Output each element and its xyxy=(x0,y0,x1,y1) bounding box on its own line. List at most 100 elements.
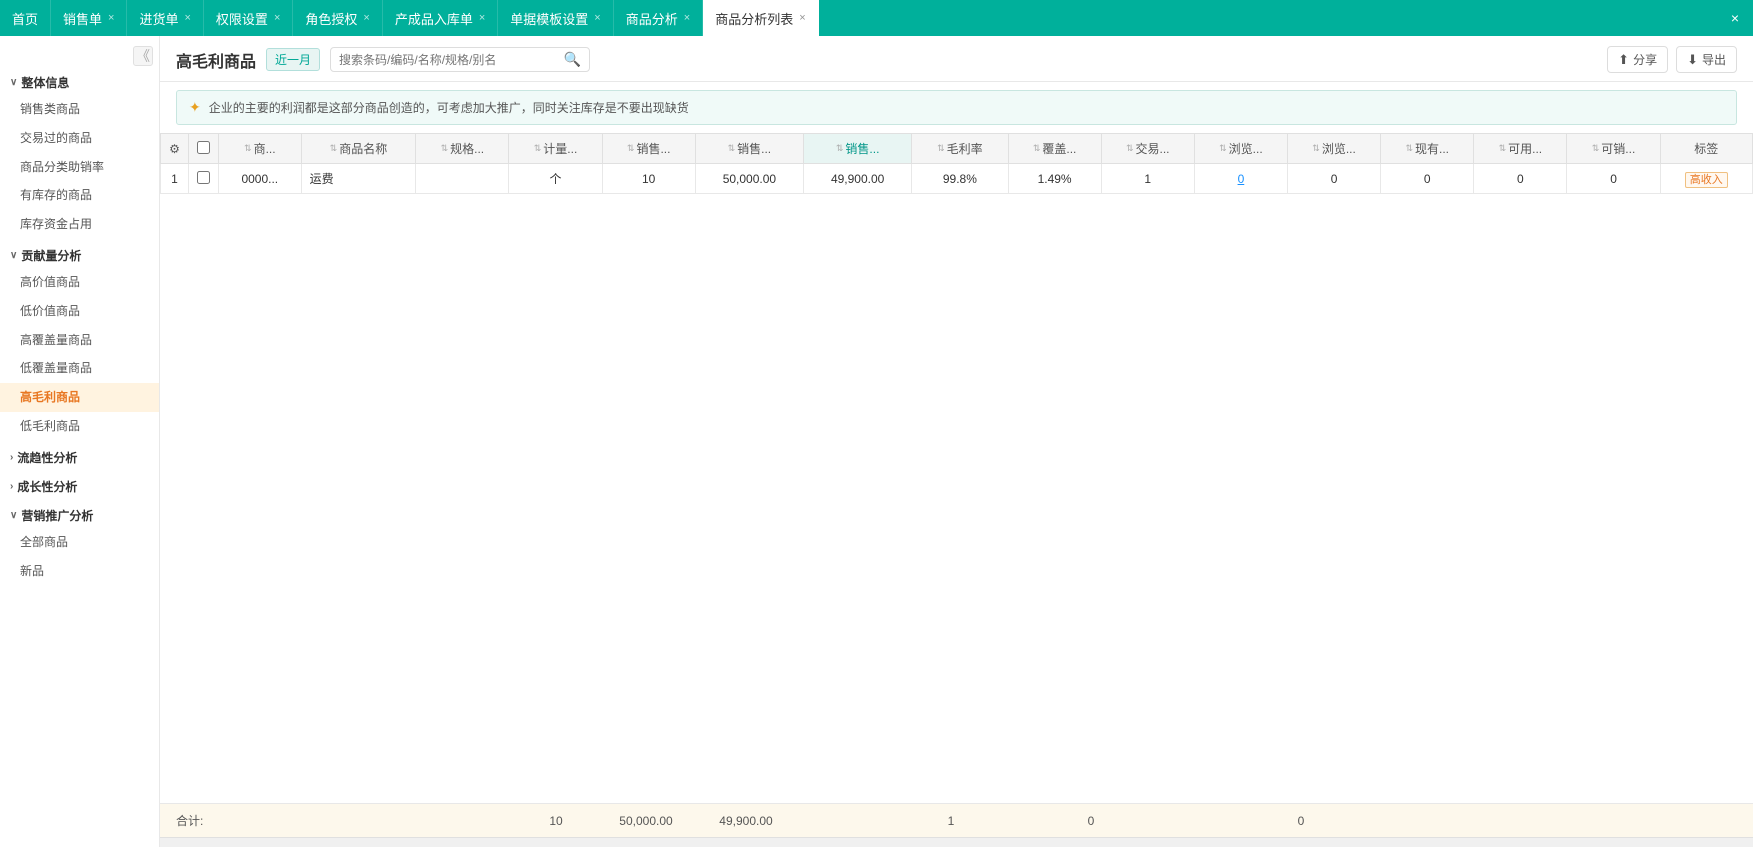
sidebar-item-low-coverage[interactable]: 低覆盖量商品 xyxy=(0,354,159,383)
col-code[interactable]: ⇅ 商... xyxy=(219,134,302,164)
close-sales-tab[interactable]: × xyxy=(108,12,114,24)
row-code: 0000... xyxy=(219,164,302,194)
sort-coverage-icon: ⇅ xyxy=(1033,143,1041,154)
row-select-checkbox[interactable] xyxy=(197,171,210,184)
close-purchase-tab[interactable]: × xyxy=(184,12,190,24)
sidebar-group-growth[interactable]: › 成长性分析 xyxy=(0,470,159,499)
table-wrapper[interactable]: ⚙ ⇅ 商... ⇅ xyxy=(160,133,1753,803)
search-icon[interactable]: 🔍 xyxy=(564,51,581,68)
export-button[interactable]: ⬇ 导出 xyxy=(1676,46,1737,73)
settings-icon[interactable]: ⚙ xyxy=(169,142,180,156)
col-sellable[interactable]: ⇅ 可销... xyxy=(1567,134,1660,164)
nav-tab-home[interactable]: 首页 xyxy=(0,0,51,36)
col-current-stock[interactable]: ⇅ 现有... xyxy=(1381,134,1474,164)
col-tag: 标签 xyxy=(1660,134,1752,164)
sort-gross-margin-icon: ⇅ xyxy=(937,143,945,154)
total-spacer4 xyxy=(856,814,916,828)
contribution-arrow-icon: ∨ xyxy=(10,250,17,261)
sort-current-stock-icon: ⇅ xyxy=(1405,143,1413,154)
sidebar-item-all-goods[interactable]: 全部商品 xyxy=(0,528,159,557)
row-browse1[interactable]: 0 xyxy=(1194,164,1287,194)
close-permission-tab[interactable]: × xyxy=(274,12,280,24)
window-close-button[interactable]: × xyxy=(1717,10,1753,26)
sidebar-item-high-coverage[interactable]: 高覆盖量商品 xyxy=(0,326,159,355)
row-available: 0 xyxy=(1474,164,1567,194)
share-button[interactable]: ⬆ 分享 xyxy=(1607,46,1668,73)
tag-badge: 高收入 xyxy=(1685,172,1728,188)
row-sales1: 10 xyxy=(602,164,695,194)
sidebar-item-category-sales-rate[interactable]: 商品分类助销率 xyxy=(0,153,159,182)
col-sales1[interactable]: ⇅ 销售... xyxy=(602,134,695,164)
col-coverage[interactable]: ⇅ 覆盖... xyxy=(1008,134,1101,164)
sort-spec-icon: ⇅ xyxy=(441,143,449,154)
sidebar-item-stock-capital[interactable]: 库存资金占用 xyxy=(0,210,159,239)
total-cells: 10 50,000.00 49,900.00 1 0 0 xyxy=(276,814,1737,828)
sidebar-collapse-button[interactable]: 《 xyxy=(133,46,153,66)
col-settings[interactable]: ⚙ xyxy=(161,134,189,164)
col-browse2[interactable]: ⇅ 浏览... xyxy=(1287,134,1380,164)
total-sales3: 49,900.00 xyxy=(696,814,796,828)
sidebar-item-low-value[interactable]: 低价值商品 xyxy=(0,297,159,326)
close-analysis-list-tab[interactable]: × xyxy=(799,12,805,24)
total-browse2: 0 xyxy=(1056,814,1126,828)
nav-tab-analysis[interactable]: 商品分析 × xyxy=(614,0,703,36)
sidebar-item-high-value[interactable]: 高价值商品 xyxy=(0,268,159,297)
sidebar-item-new-goods[interactable]: 新品 xyxy=(0,557,159,586)
close-analysis-tab[interactable]: × xyxy=(684,12,690,24)
total-spacer1 xyxy=(276,814,456,828)
search-input[interactable] xyxy=(339,53,560,67)
sort-sellable-icon: ⇅ xyxy=(1592,143,1600,154)
row-checkbox[interactable] xyxy=(189,164,219,194)
col-checkbox[interactable] xyxy=(189,134,219,164)
sidebar-group-contribution[interactable]: ∨ 贡献量分析 xyxy=(0,239,159,268)
nav-tab-role[interactable]: 角色授权 × xyxy=(293,0,382,36)
sidebar-item-sales-goods[interactable]: 销售类商品 xyxy=(0,95,159,124)
sidebar: 《 ∨ 整体信息 销售类商品 交易过的商品 商品分类助销率 有库存的商品 库存资… xyxy=(0,36,160,847)
sidebar-group-trend[interactable]: › 流趋性分析 xyxy=(0,441,159,470)
total-spacer6 xyxy=(1196,814,1266,828)
sort-unit-icon: ⇅ xyxy=(534,143,542,154)
col-unit[interactable]: ⇅ 计量... xyxy=(509,134,602,164)
top-navigation: 首页 销售单 × 进货单 × 权限设置 × 角色授权 × 产成品入库单 × 单据… xyxy=(0,0,1753,36)
sidebar-item-in-stock-goods[interactable]: 有库存的商品 xyxy=(0,181,159,210)
sidebar-group-overall[interactable]: ∨ 整体信息 xyxy=(0,66,159,95)
nav-tab-sales[interactable]: 销售单 × xyxy=(51,0,127,36)
info-banner: ✦ 企业的主要的利润都是这部分商品创造的，可考虑加大推广，同时关注库存是不要出现… xyxy=(176,90,1737,125)
nav-tab-inbound[interactable]: 产成品入库单 × xyxy=(383,0,498,36)
period-button[interactable]: 近一月 xyxy=(266,48,320,71)
col-sales2[interactable]: ⇅ 销售... xyxy=(695,134,803,164)
content-header: 高毛利商品 近一月 🔍 ⬆ 分享 ⬇ 导出 xyxy=(160,36,1753,82)
close-template-tab[interactable]: × xyxy=(594,12,600,24)
row-gross-margin: 99.8% xyxy=(912,164,1008,194)
close-role-tab[interactable]: × xyxy=(363,12,369,24)
select-all-checkbox[interactable] xyxy=(197,141,210,154)
nav-tab-analysis-list[interactable]: 商品分析列表 × xyxy=(703,0,818,36)
nav-tab-purchase[interactable]: 进货单 × xyxy=(127,0,203,36)
total-transactions: 1 xyxy=(916,814,986,828)
total-label: 合计: xyxy=(176,812,276,829)
nav-tab-permission[interactable]: 权限设置 × xyxy=(204,0,293,36)
col-spec[interactable]: ⇅ 规格... xyxy=(416,134,509,164)
sort-sales1-icon: ⇅ xyxy=(627,143,635,154)
col-transactions[interactable]: ⇅ 交易... xyxy=(1101,134,1194,164)
growth-arrow-icon: › xyxy=(10,481,13,492)
goods-table: ⚙ ⇅ 商... ⇅ xyxy=(160,133,1753,194)
col-gross-margin[interactable]: ⇅ 毛利率 xyxy=(912,134,1008,164)
col-available[interactable]: ⇅ 可用... xyxy=(1474,134,1567,164)
row-transactions: 1 xyxy=(1101,164,1194,194)
sort-name-icon: ⇅ xyxy=(330,143,338,154)
row-sales2: 50,000.00 xyxy=(695,164,803,194)
col-browse1[interactable]: ⇅ 浏览... xyxy=(1194,134,1287,164)
nav-tab-template[interactable]: 单据模板设置 × xyxy=(498,0,613,36)
sidebar-item-high-margin[interactable]: 高毛利商品 xyxy=(0,383,159,412)
col-name[interactable]: ⇅ 商品名称 xyxy=(301,134,416,164)
sidebar-item-traded-goods[interactable]: 交易过的商品 xyxy=(0,124,159,153)
close-inbound-tab[interactable]: × xyxy=(479,12,485,24)
total-spacer5 xyxy=(1126,814,1196,828)
sidebar-group-marketing[interactable]: ∨ 营销推广分析 xyxy=(0,499,159,528)
sidebar-item-low-margin[interactable]: 低毛利商品 xyxy=(0,412,159,441)
col-sales3[interactable]: ⇅ 销售... xyxy=(804,134,912,164)
total-sales1: 10 xyxy=(516,814,596,828)
horizontal-scrollbar[interactable] xyxy=(160,837,1753,847)
browse1-link[interactable]: 0 xyxy=(1238,172,1245,186)
